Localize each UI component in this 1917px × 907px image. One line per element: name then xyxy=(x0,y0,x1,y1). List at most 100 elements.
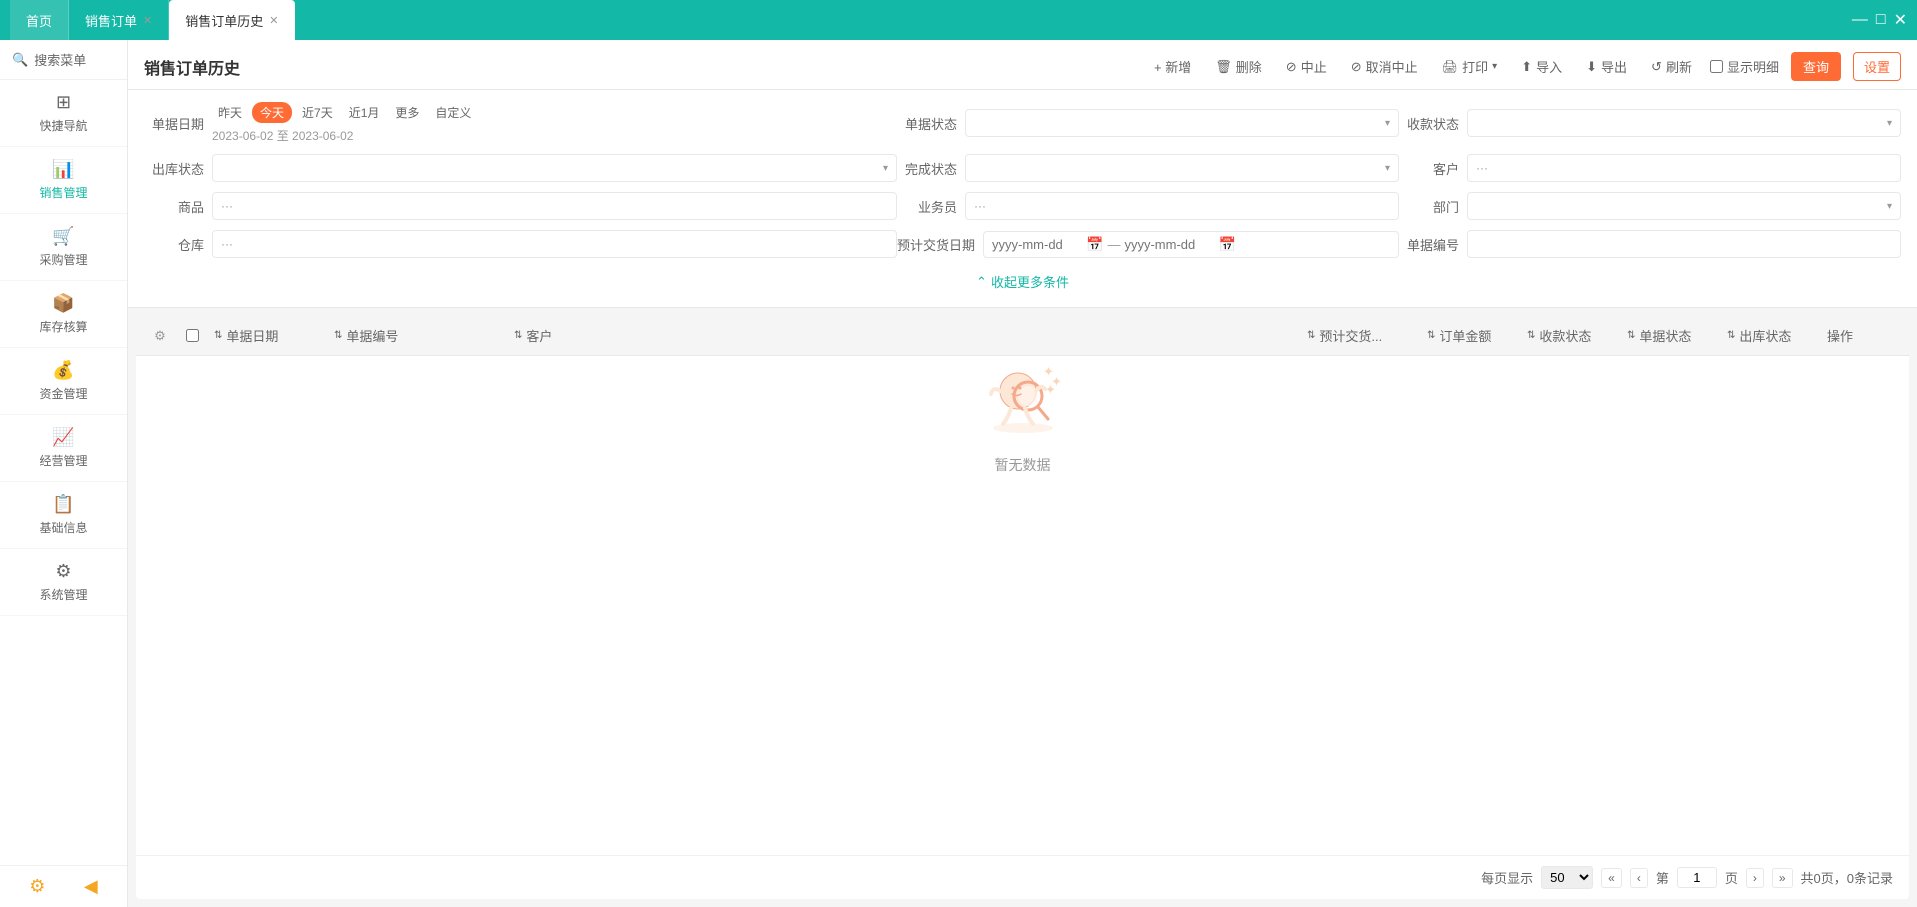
sort-icon-doc-date: ⇅ xyxy=(214,330,222,341)
filter-doc-no: 单据编号 xyxy=(1399,230,1901,258)
customer-more-icon: ··· xyxy=(1476,161,1488,175)
column-settings-button[interactable]: ⚙ xyxy=(144,328,176,344)
delivery-date-picker[interactable]: 📅 — 📅 xyxy=(983,231,1399,258)
th-delivery-date[interactable]: ⇅ 预计交货... xyxy=(1301,318,1421,353)
date-dash: — xyxy=(1107,237,1120,252)
collapse-sidebar-icon[interactable]: ◀ xyxy=(84,876,98,897)
delivery-date-start[interactable] xyxy=(992,237,1082,252)
date-range-display: 2023-06-02 至 2023-06-02 xyxy=(212,127,897,144)
date-btn-more[interactable]: 更多 xyxy=(389,102,425,123)
top-bar: 首页 销售订单 ✕ 销售订单历史 ✕ — □ ✕ xyxy=(0,0,1917,40)
minimize-btn[interactable]: — xyxy=(1852,11,1868,29)
display-detail-checkbox[interactable] xyxy=(1710,60,1723,73)
completion-status-select[interactable]: ▾ xyxy=(965,154,1399,182)
doc-status-select[interactable]: ▾ xyxy=(965,109,1399,137)
th-amount[interactable]: ⇅ 订单金额 xyxy=(1421,318,1521,353)
th-doc-date[interactable]: ⇅ 单据日期 xyxy=(208,318,328,353)
date-btn-yesterday[interactable]: 昨天 xyxy=(212,102,248,123)
settings-label: 设置 xyxy=(1864,57,1890,76)
doc-no-input[interactable] xyxy=(1467,230,1901,258)
th-outbound-status[interactable]: ⇅ 出库状态 xyxy=(1721,318,1821,353)
goods-more-icon: ··· xyxy=(221,199,233,213)
tab-sales-order[interactable]: 销售订单 ✕ xyxy=(69,0,169,40)
date-btn-custom[interactable]: 自定义 xyxy=(429,102,477,123)
sidebar-item-sales-mgmt[interactable]: 📊 销售管理 xyxy=(0,147,127,214)
collapse-button[interactable]: ⌃ 收起更多条件 xyxy=(144,268,1901,295)
date-btn-1month[interactable]: 近1月 xyxy=(343,102,386,123)
display-detail-toggle[interactable]: 显示明细 xyxy=(1710,57,1779,76)
customer-select[interactable]: ··· xyxy=(1467,154,1901,182)
tab-sales-order-history-close[interactable]: ✕ xyxy=(269,14,278,27)
filter-outbound-status: 出库状态 ▾ xyxy=(144,154,897,182)
sidebar-item-finance[interactable]: 💰 资金管理 xyxy=(0,348,127,415)
sidebar-search[interactable]: 🔍 搜索菜单 xyxy=(0,40,127,80)
tab-home-label: 首页 xyxy=(26,11,52,30)
th-doc-status[interactable]: ⇅ 单据状态 xyxy=(1621,318,1721,353)
tab-sales-order-history[interactable]: 销售订单历史 ✕ xyxy=(169,0,295,40)
sidebar-item-inventory-label: 库存核算 xyxy=(39,318,87,335)
sidebar-item-system-mgmt[interactable]: ⚙ 系统管理 xyxy=(0,549,127,616)
stop-button[interactable]: ⊘ 中止 xyxy=(1280,53,1333,80)
first-page-button[interactable]: « xyxy=(1601,868,1622,888)
goods-select[interactable]: ··· xyxy=(212,192,897,220)
content-area: 销售订单历史 + 新增 🗑 删除 ⊘ 中止 ⊘ 取消中止 🖨 xyxy=(128,40,1917,907)
sidebar-item-operations[interactable]: 📈 经营管理 xyxy=(0,415,127,482)
close-btn[interactable]: ✕ xyxy=(1894,10,1907,30)
import-button[interactable]: ⬆ 导入 xyxy=(1515,53,1568,80)
last-page-button[interactable]: » xyxy=(1772,868,1793,888)
salesperson-select[interactable]: ··· xyxy=(965,192,1399,220)
outbound-status-select[interactable]: ▾ xyxy=(212,154,897,182)
delete-button[interactable]: 🗑 删除 xyxy=(1209,53,1268,80)
toolbar: + 新增 🗑 删除 ⊘ 中止 ⊘ 取消中止 🖨 打印 ▾ xyxy=(1148,52,1901,81)
th-doc-no[interactable]: ⇅ 单据编号 xyxy=(328,318,508,353)
outbound-status-dropdown-icon: ▾ xyxy=(883,163,888,174)
delete-icon: 🗑 xyxy=(1215,59,1232,75)
settings-button[interactable]: 设置 xyxy=(1853,52,1901,81)
tab-home[interactable]: 首页 xyxy=(10,0,69,40)
filter-doc-status: 单据状态 ▾ xyxy=(897,109,1399,137)
sidebar-item-basic-info[interactable]: 📋 基础信息 xyxy=(0,482,127,549)
filter-area: 单据日期 昨天 今天 近7天 近1月 更多 自定义 2023-06-02 至 2… xyxy=(128,90,1917,308)
page-input[interactable] xyxy=(1677,867,1717,888)
import-label: 导入 xyxy=(1536,57,1562,76)
collapse-label: 收起更多条件 xyxy=(991,272,1069,291)
export-label: 导出 xyxy=(1601,57,1627,76)
per-page-select[interactable]: 50 10 20 100 xyxy=(1541,866,1593,889)
search-icon: 🔍 xyxy=(12,52,28,68)
system-mgmt-icon: ⚙ xyxy=(55,561,71,582)
prev-page-button[interactable]: ‹ xyxy=(1630,868,1648,888)
tab-sales-order-close[interactable]: ✕ xyxy=(143,14,152,27)
maximize-btn[interactable]: □ xyxy=(1876,11,1886,29)
sidebar-item-quick-nav[interactable]: ⊞ 快捷导航 xyxy=(0,80,127,147)
refresh-button[interactable]: ↺ 刷新 xyxy=(1645,53,1698,80)
sort-icon-doc-status: ⇅ xyxy=(1627,330,1635,341)
stop-label: 中止 xyxy=(1301,57,1327,76)
th-payment-status[interactable]: ⇅ 收款状态 xyxy=(1521,318,1621,353)
select-all-checkbox[interactable] xyxy=(186,329,199,342)
th-customer[interactable]: ⇅ 客户 xyxy=(508,318,1301,353)
delivery-date-end[interactable] xyxy=(1124,237,1214,252)
export-button[interactable]: ⬇ 导出 xyxy=(1580,53,1633,80)
operations-icon: 📈 xyxy=(52,427,74,448)
cancel-stop-button[interactable]: ⊘ 取消中止 xyxy=(1345,53,1424,80)
next-page-button[interactable]: › xyxy=(1746,868,1764,888)
warehouse-select[interactable]: ··· xyxy=(212,230,897,258)
payment-status-select[interactable]: ▾ xyxy=(1467,109,1901,137)
completion-status-dropdown-icon: ▾ xyxy=(1385,163,1390,174)
query-button[interactable]: 查询 xyxy=(1791,52,1841,81)
select-all-checkbox-wrapper[interactable] xyxy=(176,329,208,342)
print-button[interactable]: 🖨 打印 ▾ xyxy=(1436,53,1504,80)
th-amount-label: 订单金额 xyxy=(1439,326,1491,345)
empty-text: 暂无数据 xyxy=(995,455,1051,475)
settings-icon[interactable]: ⚙ xyxy=(29,876,45,897)
sort-icon-payment: ⇅ xyxy=(1527,330,1535,341)
sidebar: 🔍 搜索菜单 ⊞ 快捷导航 📊 销售管理 🛒 采购管理 📦 库存核算 💰 资金管… xyxy=(0,40,128,907)
new-button[interactable]: + 新增 xyxy=(1148,53,1197,80)
sidebar-item-inventory[interactable]: 📦 库存核算 xyxy=(0,281,127,348)
dept-select[interactable]: ▾ xyxy=(1467,192,1901,220)
calendar-end-icon: 📅 xyxy=(1218,236,1235,253)
date-btn-today[interactable]: 今天 xyxy=(252,102,292,123)
sidebar-item-purchase-mgmt[interactable]: 🛒 采购管理 xyxy=(0,214,127,281)
date-btn-7days[interactable]: 近7天 xyxy=(296,102,339,123)
th-customer-label: 客户 xyxy=(526,326,552,345)
